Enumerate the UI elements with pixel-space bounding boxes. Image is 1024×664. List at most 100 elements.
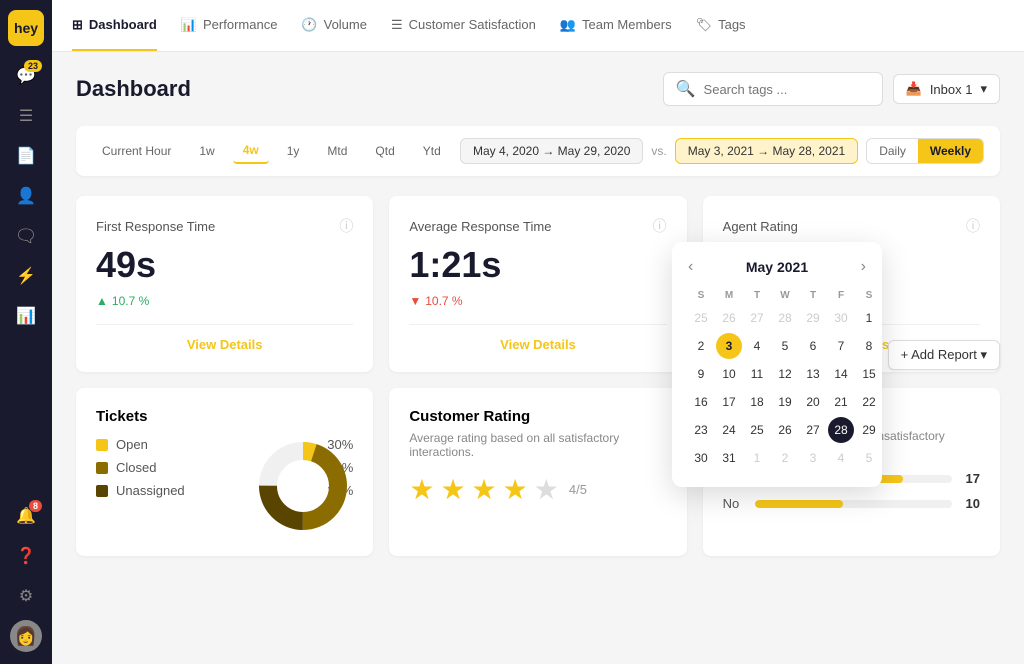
add-report-button[interactable]: + Add Report ▾	[888, 340, 1000, 370]
cal-day[interactable]: 19	[772, 389, 798, 415]
cal-day[interactable]: 1	[856, 305, 882, 331]
nav-volume-label: Volume	[324, 17, 367, 32]
filter-bar: Current Hour 1w 4w 1y Mtd Qtd Ytd May 4,…	[76, 126, 1000, 176]
filter-qtd[interactable]: Qtd	[365, 139, 404, 163]
info-icon-ar[interactable]: ⓘ	[966, 216, 980, 236]
sidebar-item-bell[interactable]: 🔔 8	[8, 498, 44, 534]
cal-day[interactable]: 31	[716, 445, 742, 471]
search-tags-container[interactable]: 🔍	[663, 72, 883, 106]
inbox-selector[interactable]: 📥 Inbox 1 ▾	[893, 74, 1000, 104]
toggle-daily[interactable]: Daily	[867, 139, 918, 163]
toggle-weekly[interactable]: Weekly	[918, 139, 983, 163]
info-icon-art[interactable]: ⓘ	[653, 216, 667, 236]
nav-volume[interactable]: 🕐 Volume	[301, 1, 367, 51]
cal-day[interactable]: 22	[856, 389, 882, 415]
star-2: ★	[440, 473, 465, 506]
sidebar-item-settings[interactable]: ⚙	[8, 578, 44, 614]
cal-day[interactable]: 29	[800, 305, 826, 331]
cal-day[interactable]: 27	[744, 305, 770, 331]
cal-day[interactable]: 12	[772, 361, 798, 387]
cal-day[interactable]: 7	[828, 333, 854, 359]
cal-day[interactable]: 29	[856, 417, 882, 443]
date-from[interactable]: May 4, 2020 → May 29, 2020	[460, 138, 643, 164]
sidebar-item-help[interactable]: ❓	[8, 538, 44, 574]
sidebar-item-chat[interactable]: 💬 23	[8, 58, 44, 94]
filter-ytd[interactable]: Ytd	[413, 139, 451, 163]
cal-day[interactable]: 4	[744, 333, 770, 359]
cal-day-today[interactable]: 3	[716, 333, 742, 359]
sat-no-bar	[755, 500, 844, 508]
chevron-down-icon: ▾	[980, 81, 987, 97]
cal-day[interactable]: 5	[772, 333, 798, 359]
cal-day[interactable]: 24	[716, 417, 742, 443]
nav-dashboard[interactable]: ⊞ Dashboard	[72, 1, 157, 51]
cal-day[interactable]: 1	[744, 445, 770, 471]
filter-1y[interactable]: 1y	[277, 139, 310, 163]
nav-team-members[interactable]: 👥 Team Members	[560, 1, 672, 51]
calendar-next-button[interactable]: ›	[861, 258, 866, 276]
nav-tags[interactable]: 🏷 Tags	[696, 1, 746, 51]
info-icon-frt[interactable]: ⓘ	[339, 216, 353, 236]
cal-day[interactable]: 20	[800, 389, 826, 415]
cal-day[interactable]: 26	[716, 305, 742, 331]
cal-day[interactable]: 30	[688, 445, 714, 471]
cal-day[interactable]: 21	[828, 389, 854, 415]
cal-day[interactable]: 18	[744, 389, 770, 415]
cal-day[interactable]: 26	[772, 417, 798, 443]
calendar-prev-button[interactable]: ‹	[688, 258, 693, 276]
sidebar-item-contacts[interactable]: 👤	[8, 178, 44, 214]
view-details-art[interactable]: View Details	[409, 324, 666, 352]
cal-day[interactable]: 27	[800, 417, 826, 443]
cal-dow-m: M	[716, 288, 742, 303]
view-details-frt[interactable]: View Details	[96, 324, 353, 352]
sidebar-item-menu[interactable]: ☰	[8, 98, 44, 134]
sidebar-item-support[interactable]: 🗨	[8, 218, 44, 254]
calendar-overlay: ‹ May 2021 › S M T W T F S 25 26 27 28 2…	[672, 242, 882, 487]
sidebar-item-files[interactable]: 📄	[8, 138, 44, 174]
cal-day[interactable]: 3	[800, 445, 826, 471]
cal-day-selected[interactable]: 28	[828, 417, 854, 443]
cal-day[interactable]: 2	[688, 333, 714, 359]
nav-customer-satisfaction[interactable]: ☰ Customer Satisfaction	[391, 1, 536, 51]
cal-day[interactable]: 5	[856, 445, 882, 471]
date-to[interactable]: May 3, 2021 → May 28, 2021	[675, 138, 858, 164]
cal-day[interactable]: 16	[688, 389, 714, 415]
sidebar-item-dashboard[interactable]: 📊	[8, 298, 44, 334]
team-nav-icon: 👥	[560, 17, 576, 33]
chat-badge: 23	[24, 60, 42, 72]
nav-performance[interactable]: 📊 Performance	[181, 1, 278, 51]
filter-current-hour[interactable]: Current Hour	[92, 139, 181, 163]
cal-day[interactable]: 25	[688, 305, 714, 331]
filter-1w[interactable]: 1w	[189, 139, 224, 163]
filter-mtd[interactable]: Mtd	[317, 139, 357, 163]
search-tags-input[interactable]	[704, 82, 870, 97]
cal-day[interactable]: 13	[800, 361, 826, 387]
cal-dow-t1: T	[744, 288, 770, 303]
star-3: ★	[472, 473, 497, 506]
cal-day[interactable]: 8	[856, 333, 882, 359]
cal-day[interactable]: 9	[688, 361, 714, 387]
inbox-label: Inbox 1	[930, 82, 973, 97]
cal-day[interactable]: 15	[856, 361, 882, 387]
cal-day[interactable]: 10	[716, 361, 742, 387]
nav-team-members-label: Team Members	[582, 17, 672, 32]
cal-day[interactable]: 2	[772, 445, 798, 471]
menu-icon: ☰	[19, 106, 33, 126]
card-customer-rating: Customer Rating Average rating based on …	[389, 388, 686, 556]
ticket-closed-label: Closed	[116, 460, 156, 475]
filter-4w[interactable]: 4w	[233, 138, 269, 164]
cal-day[interactable]: 14	[828, 361, 854, 387]
cal-day[interactable]: 25	[744, 417, 770, 443]
sidebar-item-avatar[interactable]: 👩	[8, 618, 44, 654]
cal-day[interactable]: 6	[800, 333, 826, 359]
stars-container: ★ ★ ★ ★ ★ 4/5	[409, 473, 666, 506]
cal-day[interactable]: 17	[716, 389, 742, 415]
cal-day[interactable]: 30	[828, 305, 854, 331]
nav-tags-label: Tags	[718, 17, 745, 32]
cal-day[interactable]: 11	[744, 361, 770, 387]
cal-day[interactable]: 28	[772, 305, 798, 331]
sidebar-item-lightning[interactable]: ⚡	[8, 258, 44, 294]
date-range: May 4, 2020 → May 29, 2020 vs. May 3, 20…	[460, 138, 984, 164]
cal-day[interactable]: 23	[688, 417, 714, 443]
cal-day[interactable]: 4	[828, 445, 854, 471]
